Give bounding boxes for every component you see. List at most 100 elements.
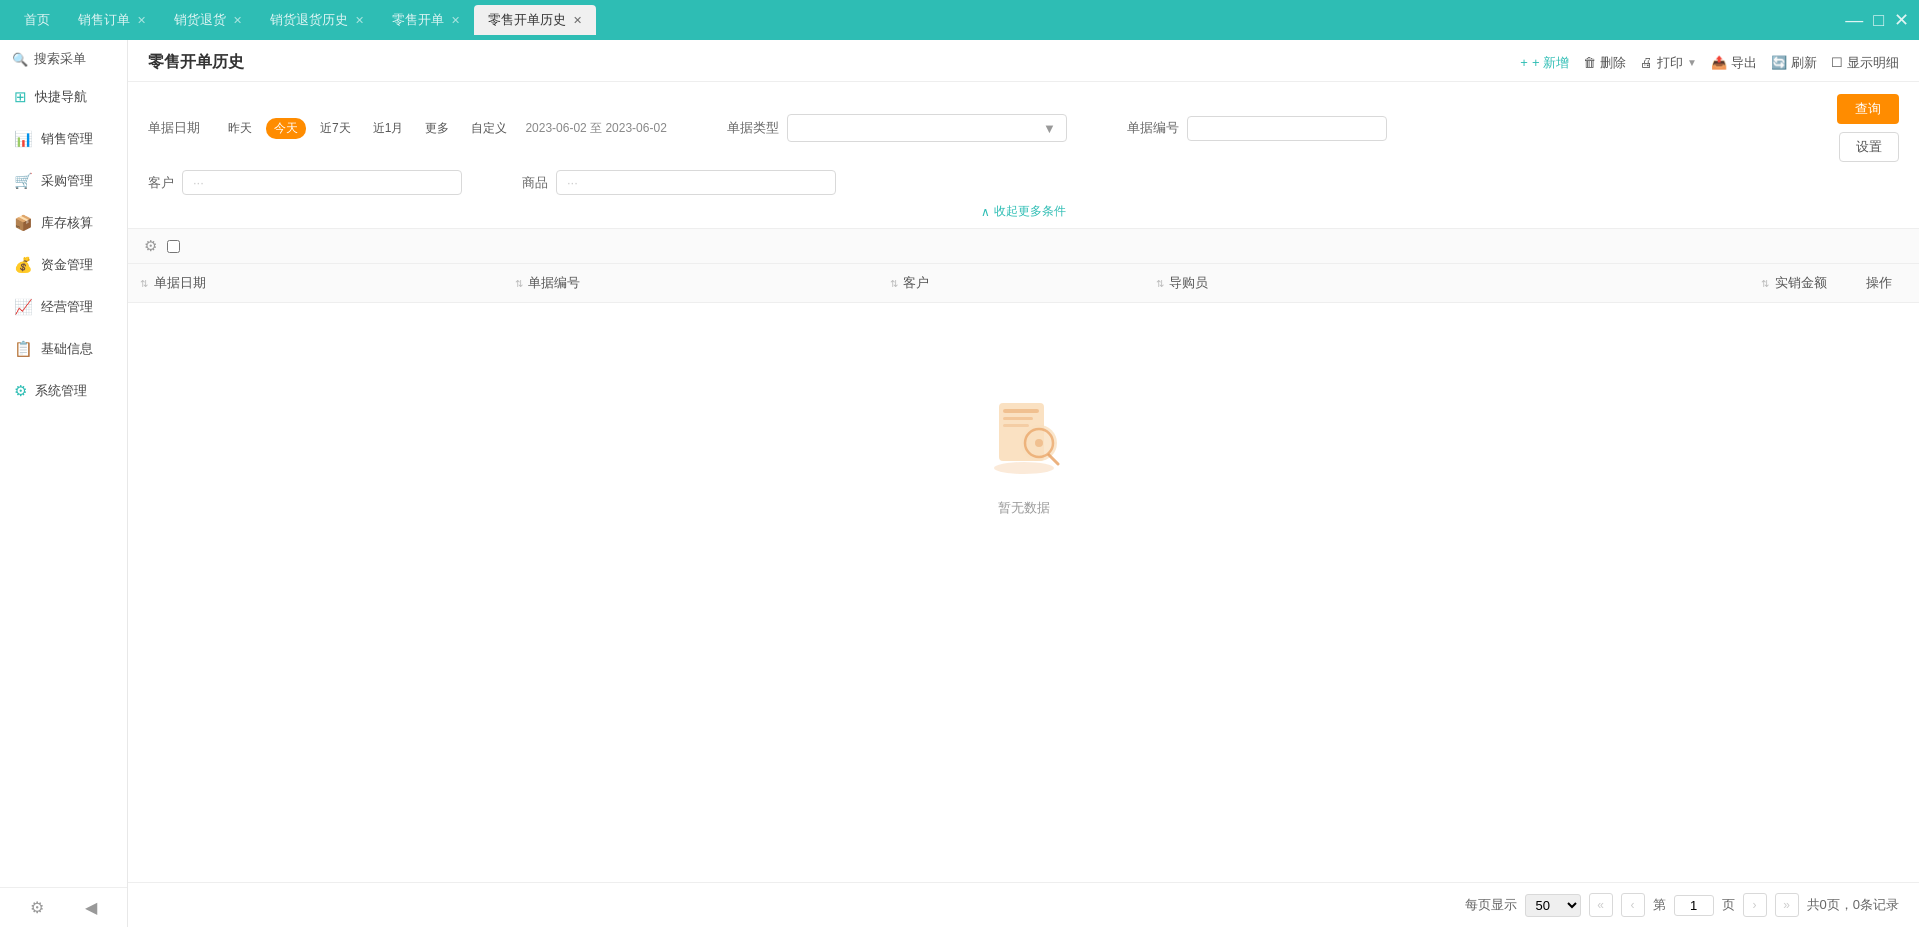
close-tab-sales-return-history[interactable]: ✕ bbox=[355, 14, 364, 27]
tab-bar: 首页 销售订单 ✕ 销货退货 ✕ 销货退货历史 ✕ 零售开单 ✕ 零售开单历史 … bbox=[0, 0, 1919, 40]
sidebar-collapse-icon[interactable]: ◀ bbox=[85, 898, 97, 917]
header-actions: + + 新增 🗑 删除 🖨 打印 ▼ 📤 导出 🔄 bbox=[1520, 54, 1899, 72]
sidebar-item-basic-info[interactable]: 📋 基础信息 bbox=[0, 328, 127, 370]
inventory-icon: 📦 bbox=[14, 214, 33, 232]
customer-label: 客户 bbox=[148, 174, 174, 192]
page-suffix: 页 bbox=[1722, 896, 1735, 914]
date-custom[interactable]: 自定义 bbox=[463, 118, 515, 139]
add-button[interactable]: + + 新增 bbox=[1520, 54, 1569, 72]
page-label: 第 bbox=[1653, 896, 1666, 914]
doc-type-value bbox=[798, 119, 811, 137]
next-page-btn[interactable]: › bbox=[1743, 893, 1767, 917]
close-tab-retail-history[interactable]: ✕ bbox=[573, 14, 582, 27]
customer-select[interactable]: ··· bbox=[182, 170, 462, 195]
delete-button[interactable]: 🗑 删除 bbox=[1583, 54, 1626, 72]
tab-retail-open[interactable]: 零售开单 ✕ bbox=[378, 5, 474, 35]
date-last7[interactable]: 近7天 bbox=[312, 118, 359, 139]
collapse-row: ∧ 收起更多条件 bbox=[148, 203, 1899, 220]
system-icon: ⚙ bbox=[14, 382, 27, 400]
close-tab-sales-order[interactable]: ✕ bbox=[137, 14, 146, 27]
first-page-btn[interactable]: « bbox=[1589, 893, 1613, 917]
sidebar-item-inventory[interactable]: 📦 库存核算 bbox=[0, 202, 127, 244]
data-table: ⇅ 单据日期 ⇅ 单据编号 ⇅ 客户 bbox=[128, 264, 1919, 303]
sidebar-search[interactable]: 🔍 搜索采单 bbox=[0, 40, 127, 76]
sales-icon: 📊 bbox=[14, 130, 33, 148]
sidebar-item-purchase-mgmt[interactable]: 🛒 采购管理 bbox=[0, 160, 127, 202]
product-select[interactable]: ··· bbox=[556, 170, 836, 195]
sidebar-item-sales-mgmt[interactable]: 📊 销售管理 bbox=[0, 118, 127, 160]
minimize-btn[interactable]: — bbox=[1845, 10, 1863, 31]
window-controls: — □ ✕ bbox=[1845, 9, 1909, 31]
print-button[interactable]: 🖨 打印 ▼ bbox=[1640, 54, 1697, 72]
collapse-button[interactable]: ∧ 收起更多条件 bbox=[981, 203, 1066, 220]
doc-no-input[interactable] bbox=[1187, 116, 1387, 141]
doc-no-label: 单据编号 bbox=[1127, 119, 1179, 137]
product-label: 商品 bbox=[522, 174, 548, 192]
main-layout: 🔍 搜索采单 ⊞ 快捷导航 📊 销售管理 🛒 采购管理 📦 库存核算 💰 bbox=[0, 40, 1919, 927]
per-page-label: 每页显示 bbox=[1465, 896, 1517, 914]
date-yesterday[interactable]: 昨天 bbox=[220, 118, 260, 139]
page-header: 零售开单历史 + + 新增 🗑 删除 🖨 打印 ▼ 📤 导出 bbox=[128, 40, 1919, 82]
tab-sales-return-history[interactable]: 销货退货历史 ✕ bbox=[256, 5, 378, 35]
col-customer: ⇅ 客户 bbox=[878, 264, 1144, 303]
table-toolbar: ⚙ bbox=[128, 229, 1919, 264]
query-button[interactable]: 查询 bbox=[1837, 94, 1899, 124]
display-detail-button[interactable]: ☐ 显示明细 bbox=[1831, 54, 1899, 72]
page-input[interactable]: 1 bbox=[1674, 895, 1714, 916]
sort-icon-salesperson[interactable]: ⇅ bbox=[1156, 278, 1164, 289]
last-page-btn[interactable]: » bbox=[1775, 893, 1799, 917]
date-more[interactable]: 更多 bbox=[417, 118, 457, 139]
window-close-btn[interactable]: ✕ bbox=[1894, 9, 1909, 31]
svg-point-8 bbox=[1035, 439, 1043, 447]
empty-text: 暂无数据 bbox=[998, 499, 1050, 517]
prev-page-btn[interactable]: ‹ bbox=[1621, 893, 1645, 917]
content-area: 零售开单历史 + + 新增 🗑 删除 🖨 打印 ▼ 📤 导出 bbox=[128, 40, 1919, 927]
col-date: ⇅ 单据日期 bbox=[128, 264, 503, 303]
sidebar-item-system[interactable]: ⚙ 系统管理 bbox=[0, 370, 127, 412]
sort-icon-amount[interactable]: ⇅ bbox=[1761, 278, 1769, 289]
sidebar: 🔍 搜索采单 ⊞ 快捷导航 📊 销售管理 🛒 采购管理 📦 库存核算 💰 bbox=[0, 40, 128, 927]
close-tab-retail-open[interactable]: ✕ bbox=[451, 14, 460, 27]
filter-row-2: 客户 ··· 商品 ··· bbox=[148, 170, 1899, 195]
table-settings-icon[interactable]: ⚙ bbox=[144, 237, 157, 255]
print-dropdown-icon: ▼ bbox=[1687, 57, 1697, 68]
print-icon: 🖨 bbox=[1640, 55, 1653, 70]
col-action: 操作 bbox=[1839, 264, 1919, 303]
svg-line-7 bbox=[1049, 455, 1058, 464]
date-last-month[interactable]: 近1月 bbox=[365, 118, 412, 139]
per-page-select[interactable]: 10 20 50 100 bbox=[1525, 894, 1581, 917]
checkbox-icon: ☐ bbox=[1831, 55, 1843, 70]
customer-filter: 客户 ··· bbox=[148, 170, 462, 195]
tab-sales-return[interactable]: 销货退货 ✕ bbox=[160, 5, 256, 35]
basic-info-icon: 📋 bbox=[14, 340, 33, 358]
doc-type-select[interactable]: ▼ bbox=[787, 114, 1067, 142]
date-range-display: 2023-06-02 至 2023-06-02 bbox=[525, 120, 666, 137]
sidebar-settings-icon[interactable]: ⚙ bbox=[30, 898, 44, 917]
date-today[interactable]: 今天 bbox=[266, 118, 306, 139]
sidebar-item-operations[interactable]: 📈 经营管理 bbox=[0, 286, 127, 328]
refresh-button[interactable]: 🔄 刷新 bbox=[1771, 54, 1817, 72]
operations-icon: 📈 bbox=[14, 298, 33, 316]
sort-icon-number[interactable]: ⇅ bbox=[515, 278, 523, 289]
filter-settings-button[interactable]: 设置 bbox=[1839, 132, 1899, 162]
sidebar-item-quick-nav[interactable]: ⊞ 快捷导航 bbox=[0, 76, 127, 118]
sort-icon-date[interactable]: ⇅ bbox=[140, 278, 148, 289]
doc-type-arrow-icon: ▼ bbox=[1043, 121, 1056, 136]
add-icon: + bbox=[1520, 55, 1528, 70]
maximize-btn[interactable]: □ bbox=[1873, 10, 1884, 31]
tab-retail-history[interactable]: 零售开单历史 ✕ bbox=[474, 5, 596, 35]
delete-icon: 🗑 bbox=[1583, 55, 1596, 70]
export-button[interactable]: 📤 导出 bbox=[1711, 54, 1757, 72]
product-filter: 商品 ··· bbox=[522, 170, 836, 195]
tab-sales-order[interactable]: 销售订单 ✕ bbox=[64, 5, 160, 35]
date-label: 单据日期 bbox=[148, 119, 200, 137]
col-amount: ⇅ 实销金额 bbox=[1464, 264, 1839, 303]
page-title: 零售开单历史 bbox=[148, 52, 244, 73]
sidebar-item-finance[interactable]: 💰 资金管理 bbox=[0, 244, 127, 286]
quick-nav-icon: ⊞ bbox=[14, 88, 27, 106]
sort-icon-customer[interactable]: ⇅ bbox=[890, 278, 898, 289]
close-tab-sales-return[interactable]: ✕ bbox=[233, 14, 242, 27]
doc-no-filter: 单据编号 bbox=[1127, 116, 1387, 141]
select-all-checkbox[interactable] bbox=[167, 240, 180, 253]
tab-home[interactable]: 首页 bbox=[10, 5, 64, 35]
